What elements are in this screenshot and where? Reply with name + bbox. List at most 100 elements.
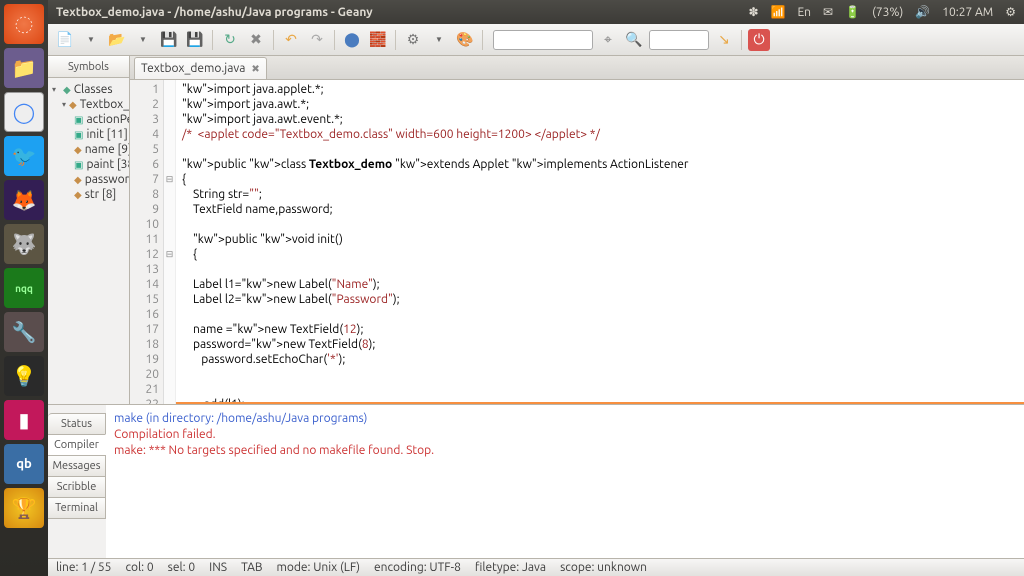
- tree-method[interactable]: ▣init [11]: [50, 127, 127, 142]
- tree-label: Textbox_de: [80, 98, 129, 111]
- code-editor[interactable]: 1 2 3 4 5 6 7 8 9 10 11 12 13 14 15 16 1…: [130, 80, 1024, 404]
- find-button[interactable]: 🔍: [623, 29, 645, 51]
- tree-label: actionPer: [86, 113, 129, 126]
- clock[interactable]: 10:27 AM: [942, 6, 993, 19]
- menubar: Textbox_demo.java - /home/ashu/Java prog…: [48, 0, 1024, 24]
- bluetooth-icon[interactable]: ✽: [748, 5, 758, 19]
- window-title: Textbox_demo.java - /home/ashu/Java prog…: [56, 6, 373, 19]
- battery-percent: (73%): [872, 6, 903, 19]
- dropdown-icon[interactable]: ▼: [132, 29, 154, 51]
- file-tab[interactable]: Textbox_demo.java ✖: [134, 57, 267, 79]
- status-scope: scope: unknown: [560, 561, 647, 574]
- separator: [482, 30, 483, 50]
- status-filetype: filetype: Java: [475, 561, 546, 574]
- tree-label: init [11]: [86, 128, 127, 141]
- editor-area: Textbox_demo.java ✖ 1 2 3 4 5 6 7 8 9 10…: [130, 56, 1024, 404]
- tree-field[interactable]: ◆str [8]: [50, 187, 127, 202]
- dropdown-icon[interactable]: ▼: [80, 29, 102, 51]
- dash-icon[interactable]: ◌: [4, 4, 44, 44]
- geany-icon[interactable]: 💡: [4, 356, 44, 396]
- reload-button[interactable]: ↻: [219, 29, 241, 51]
- line-numbers: 1 2 3 4 5 6 7 8 9 10 11 12 13 14 15 16 1…: [130, 80, 164, 404]
- tree-field[interactable]: ◆name [9]: [50, 142, 127, 157]
- separator: [273, 30, 274, 50]
- search-input[interactable]: [649, 30, 709, 50]
- console-line: make (in directory: /home/ashu/Java prog…: [114, 411, 1016, 427]
- tab-label: Textbox_demo.java: [141, 62, 245, 75]
- system-tray: ✽ 📶 En ✉ 🔋 (73%) 🔊 10:27 AM ⚙: [748, 5, 1016, 19]
- save-all-button[interactable]: 💾: [184, 29, 206, 51]
- separator: [212, 30, 213, 50]
- symbols-tab[interactable]: Symbols: [48, 56, 129, 78]
- run-button[interactable]: ⚙: [402, 29, 424, 51]
- undo-button[interactable]: ↶: [280, 29, 302, 51]
- terminal-tab[interactable]: Terminal: [48, 497, 106, 519]
- goto-button[interactable]: ⌖: [597, 29, 619, 51]
- messages-tab[interactable]: Messages: [48, 455, 106, 477]
- save-button[interactable]: 💾: [158, 29, 180, 51]
- symbol-tree[interactable]: ▾◆Classes ▾◆Textbox_de ▣actionPer ▣init …: [48, 78, 129, 404]
- tree-method[interactable]: ▣actionPer: [50, 112, 127, 127]
- redo-button[interactable]: ↷: [306, 29, 328, 51]
- build-button[interactable]: 🧱: [367, 29, 389, 51]
- code-content[interactable]: "kw">import java.applet.*; "kw">import j…: [176, 80, 1024, 404]
- close-button[interactable]: ✖: [245, 29, 267, 51]
- new-file-button[interactable]: 📄: [54, 29, 76, 51]
- fold-column[interactable]: ⊟ ⊟: [164, 80, 176, 404]
- symbols-sidebar: Symbols ▾◆Classes ▾◆Textbox_de ▣actionPe…: [48, 56, 130, 404]
- volume-icon[interactable]: 🔊: [915, 5, 930, 19]
- bottom-panel: Status Compiler Messages Scribble Termin…: [48, 404, 1024, 558]
- separator: [395, 30, 396, 50]
- files-icon[interactable]: 📁: [4, 48, 44, 88]
- tree-label: Classes: [74, 83, 113, 96]
- gimp-icon[interactable]: 🐺: [4, 224, 44, 264]
- status-ins: INS: [209, 561, 227, 574]
- status-line: line: 1 / 55: [56, 561, 111, 574]
- tree-label: name [9]: [85, 143, 129, 156]
- mail-icon[interactable]: ✉: [823, 5, 833, 19]
- goto-line-input[interactable]: [493, 30, 593, 50]
- statusbar: line: 1 / 55 col: 0 sel: 0 INS TAB mode:…: [48, 558, 1024, 576]
- chromium-icon[interactable]: ◯: [4, 92, 44, 132]
- status-encoding: encoding: UTF-8: [374, 561, 461, 574]
- console-line: make: *** No targets specified and no ma…: [114, 443, 1016, 459]
- compiler-tab[interactable]: Compiler: [48, 434, 106, 456]
- scribble-tab[interactable]: Scribble: [48, 476, 106, 498]
- battery-icon[interactable]: 🔋: [845, 5, 860, 19]
- quit-button[interactable]: ⏻: [748, 29, 770, 51]
- twitter-icon[interactable]: 🐦: [4, 136, 44, 176]
- tree-classes[interactable]: ▾◆Classes: [50, 82, 127, 97]
- close-icon[interactable]: ✖: [251, 63, 259, 75]
- jump-button[interactable]: ↘: [713, 29, 735, 51]
- keyboard-indicator[interactable]: En: [797, 6, 811, 19]
- gear-icon[interactable]: ⚙: [1005, 5, 1016, 19]
- wifi-icon[interactable]: 📶: [771, 5, 786, 19]
- status-tab[interactable]: Status: [48, 413, 106, 435]
- nqq-icon[interactable]: nqq: [4, 268, 44, 308]
- unity-launcher: ◌ 📁 ◯ 🐦 🦊 🐺 nqq 🔧 💡 ▮ qb 🏆: [0, 0, 48, 576]
- qbittorrent-icon[interactable]: qb: [4, 444, 44, 484]
- trophy-icon[interactable]: 🏆: [4, 488, 44, 528]
- editor-tabbar: Textbox_demo.java ✖: [130, 56, 1024, 80]
- main-window: Textbox_demo.java - /home/ashu/Java prog…: [48, 0, 1024, 576]
- tree-method[interactable]: ▣paint [38: [50, 157, 127, 172]
- bottom-tabs: Status Compiler Messages Scribble Termin…: [48, 405, 106, 558]
- status-mode: mode: Unix (LF): [277, 561, 361, 574]
- tree-label: password: [85, 173, 129, 186]
- tree-field[interactable]: ◆password: [50, 172, 127, 187]
- status-tab: TAB: [241, 561, 262, 574]
- compiler-output[interactable]: make (in directory: /home/ashu/Java prog…: [106, 405, 1024, 558]
- dropdown-icon[interactable]: ▼: [428, 29, 450, 51]
- settings-tool-icon[interactable]: 🔧: [4, 312, 44, 352]
- toolbar: 📄 ▼ 📂 ▼ 💾 💾 ↻ ✖ ↶ ↷ ⬤ 🧱 ⚙ ▼ 🎨 ⌖ 🔍 ↘ ⏻: [48, 24, 1024, 56]
- app-pink-icon[interactable]: ▮: [4, 400, 44, 440]
- status-sel: sel: 0: [168, 561, 195, 574]
- content-area: Symbols ▾◆Classes ▾◆Textbox_de ▣actionPe…: [48, 56, 1024, 404]
- firefox-icon[interactable]: 🦊: [4, 180, 44, 220]
- compile-button[interactable]: ⬤: [341, 29, 363, 51]
- open-button[interactable]: 📂: [106, 29, 128, 51]
- status-col: col: 0: [125, 561, 153, 574]
- tree-label: paint [38: [86, 158, 129, 171]
- color-picker-button[interactable]: 🎨: [454, 29, 476, 51]
- tree-class-item[interactable]: ▾◆Textbox_de: [50, 97, 127, 112]
